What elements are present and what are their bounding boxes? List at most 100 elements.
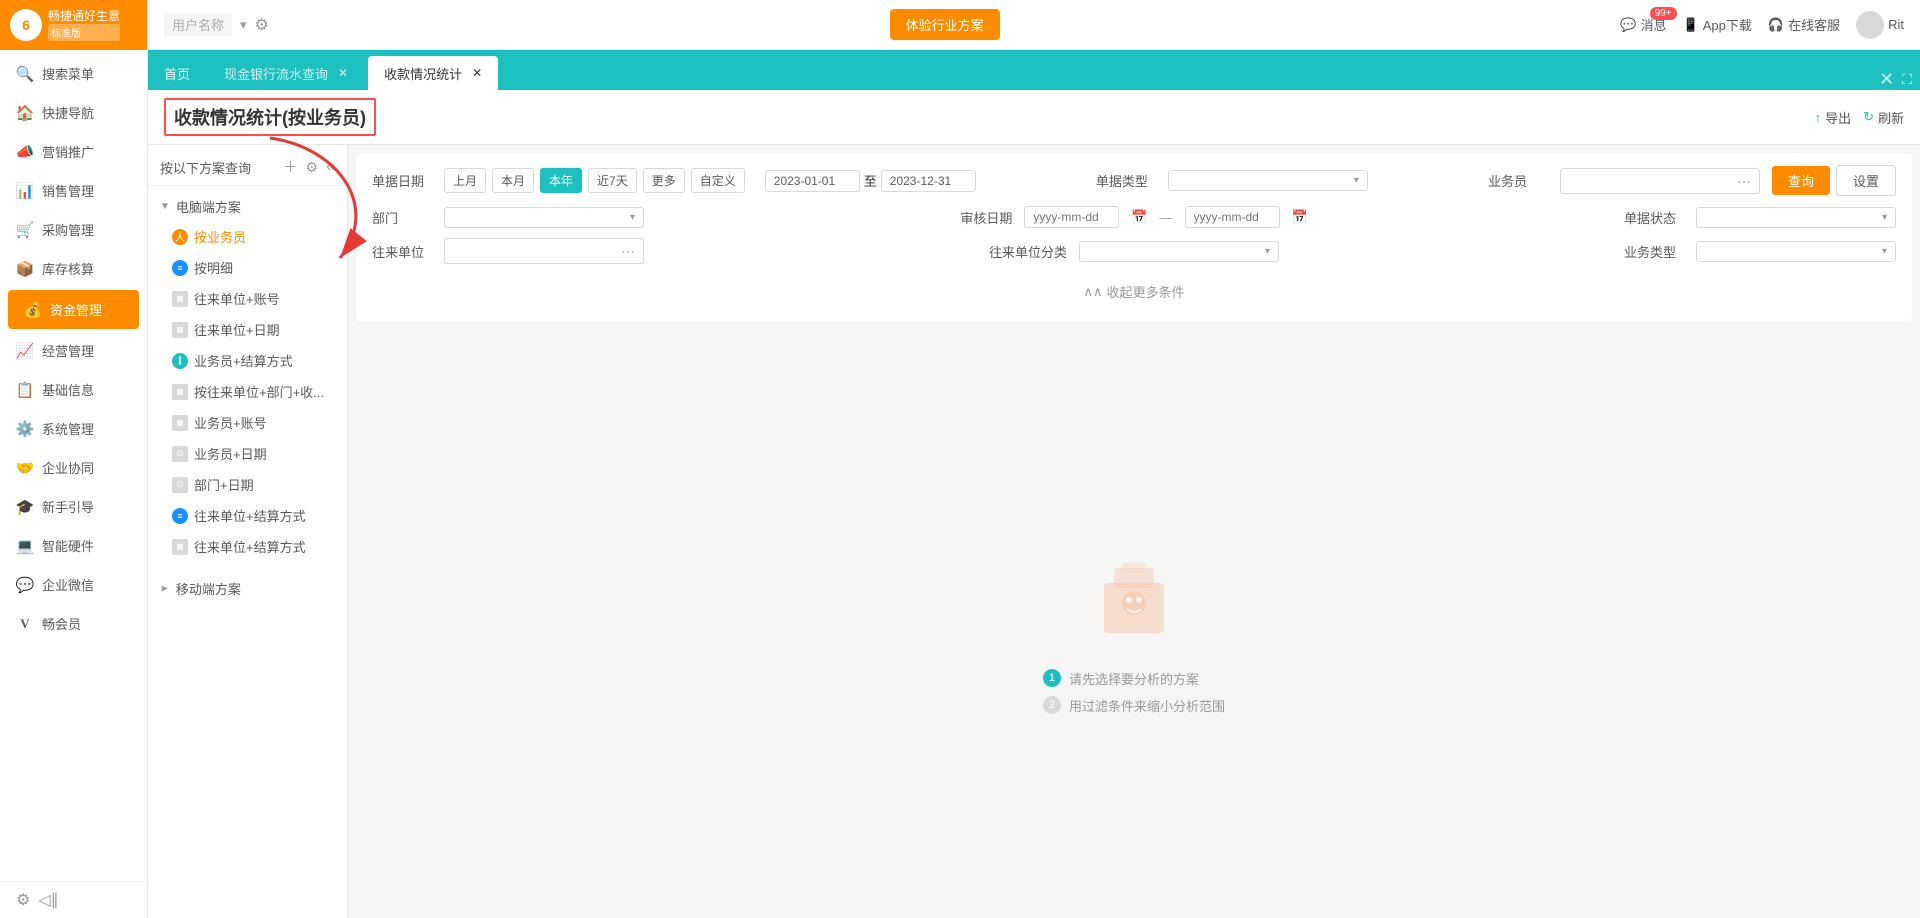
date-btn-this-year[interactable]: 本年: [540, 168, 582, 193]
collapse-icon: ∧∧: [1083, 284, 1102, 300]
tree-item-counterparty-settle1[interactable]: ≡ 往来单位+结算方式: [148, 500, 347, 531]
date-from-input[interactable]: [765, 170, 860, 192]
sidebar-item-basic[interactable]: 📋 基础信息: [0, 370, 147, 409]
message-button[interactable]: 💬 消息 99+: [1620, 15, 1666, 34]
sidebar: 6 畅捷通好生意 标准版 🔍 搜索菜单 🏠 快捷导航 📣 营销推广 📊 销售管理…: [0, 0, 148, 918]
sidebar-item-search[interactable]: 🔍 搜索菜单: [0, 54, 147, 93]
sidebar-item-inventory[interactable]: 📦 库存核算: [0, 249, 147, 288]
page-actions: ↑ 导出 ↻ 刷新: [1815, 108, 1904, 127]
counterparty-type-select[interactable]: ▾: [1079, 241, 1279, 262]
logo-area: 6 畅捷通好生意 标准版: [0, 0, 147, 50]
tab-bank[interactable]: 现金银行流水查询 ✕: [208, 56, 364, 90]
audit-to-input[interactable]: [1185, 206, 1280, 228]
tab-bank-close-icon[interactable]: ✕: [338, 66, 348, 80]
biz-type-label: 业务类型: [1624, 242, 1684, 261]
sidebar-item-system[interactable]: ⚙️ 系统管理: [0, 409, 147, 448]
sidebar-item-marketing[interactable]: 📣 营销推广: [0, 132, 147, 171]
empty-step-2: 2 用过滤条件来缩小分析范围: [1043, 696, 1225, 715]
tree-item-salesman-date[interactable]: ⊙ 业务员+日期: [148, 438, 347, 469]
date-btn-this-month[interactable]: 本月: [492, 168, 534, 193]
counterparty-more-icon[interactable]: ···: [621, 243, 635, 259]
tab-window-close-icon[interactable]: ✕: [1879, 69, 1894, 90]
tab-home[interactable]: 首页: [148, 56, 206, 90]
collapse-sidebar-icon[interactable]: ◁∥: [38, 890, 58, 910]
logo-text: 畅捷通好生意: [48, 9, 120, 25]
sidebar-item-finance[interactable]: 💰 资金管理: [8, 290, 139, 329]
tree-item-dept-date[interactable]: ⊙ 部门+日期: [148, 469, 347, 500]
calendar-icon-to[interactable]: 📅: [1292, 209, 1308, 225]
user-area[interactable]: Rit: [1856, 11, 1904, 39]
tree-item-by-detail[interactable]: ≡ 按明细: [148, 252, 347, 283]
export-button[interactable]: ↑ 导出: [1815, 108, 1852, 127]
date-to-input[interactable]: [881, 170, 976, 192]
panel-add-icon[interactable]: ＋: [284, 157, 298, 177]
panel-collapse-icon[interactable]: «: [326, 158, 335, 176]
tab-window-maximize-icon[interactable]: ⛶: [1902, 71, 1912, 88]
calendar-icon-from[interactable]: 📅: [1131, 209, 1147, 225]
query-button[interactable]: 查询: [1772, 166, 1830, 195]
doc-type-arrow: ▾: [1354, 175, 1359, 186]
biz-type-select[interactable]: ▾: [1696, 241, 1896, 262]
online-service-button[interactable]: 🎧 在线客服: [1768, 15, 1840, 34]
home-icon: 🏠: [16, 104, 34, 122]
panel-settings-icon[interactable]: ⚙: [306, 159, 319, 176]
setting-button[interactable]: 设置: [1836, 165, 1896, 196]
doc-type-select[interactable]: ▾: [1168, 170, 1368, 191]
tab-collection-close-icon[interactable]: ✕: [472, 66, 482, 80]
sidebar-item-purchase[interactable]: 🛒 采购管理: [0, 210, 147, 249]
tree-item-counterparty-account[interactable]: ▦ 往来单位+账号: [148, 283, 347, 314]
tree-item-salesman-account[interactable]: ▦ 业务员+账号: [148, 407, 347, 438]
app-download-button[interactable]: 📱 App下载: [1683, 15, 1752, 34]
left-panel-header: 按以下方案查询 ＋ ⚙ «: [148, 145, 347, 186]
wechat-icon: 💬: [16, 576, 34, 594]
sidebar-item-operations[interactable]: 📈 经营管理: [0, 331, 147, 370]
sidebar-item-hardware[interactable]: 💻 智能硬件: [0, 526, 147, 565]
sidebar-item-sales[interactable]: 📊 销售管理: [0, 171, 147, 210]
sidebar-item-wechat[interactable]: 💬 企业微信: [0, 565, 147, 604]
salesman-more-icon[interactable]: ···: [1737, 173, 1751, 189]
tab-collection[interactable]: 收款情况统计 ✕: [368, 56, 498, 90]
desktop-section-title[interactable]: ▼ 电脑端方案: [148, 192, 347, 221]
date-btn-last-month[interactable]: 上月: [444, 168, 486, 193]
tree-item-by-salesman[interactable]: 人 按业务员: [148, 221, 347, 252]
page-title: 收款情况统计(按业务员): [164, 98, 376, 136]
demo-button-area: 体验行业方案: [890, 9, 1000, 40]
workspace-dropdown-icon[interactable]: ▾: [240, 17, 247, 33]
tree-item-counterparty-date[interactable]: ▦ 往来单位+日期: [148, 314, 347, 345]
inventory-icon: 📦: [16, 260, 34, 278]
top-header-left: 用户名称 ▾ ⚙: [164, 13, 269, 36]
sidebar-item-corp[interactable]: 🤝 企业协同: [0, 448, 147, 487]
salesman-settlement-icon: ∥: [172, 353, 188, 369]
sidebar-item-member[interactable]: V 畅会员: [0, 604, 147, 643]
collapse-more-bar[interactable]: ∧∧ 收起更多条件: [372, 274, 1896, 309]
panel-title: 按以下方案查询: [160, 158, 251, 177]
tree-item-counterparty-dept[interactable]: ▦ 按往来单位+部门+收...: [148, 376, 347, 407]
counterparty-date-icon: ▦: [172, 322, 188, 338]
settings-bottom-icon[interactable]: ⚙: [16, 890, 30, 910]
counterparty-select[interactable]: ···: [444, 238, 644, 264]
sidebar-item-guide[interactable]: 🎓 新手引导: [0, 487, 147, 526]
audit-from-input[interactable]: [1024, 206, 1119, 228]
dept-select[interactable]: ▾: [444, 207, 644, 228]
date-btn-7days[interactable]: 近7天: [588, 168, 637, 193]
date-label: 单据日期: [372, 171, 432, 190]
operations-icon: 📈: [16, 342, 34, 360]
counterparty-type-label: 往来单位分类: [989, 242, 1067, 261]
settings-icon[interactable]: ⚙: [255, 15, 269, 35]
main-area: 用户名称 ▾ ⚙ 体验行业方案 💬 消息 99+ 📱 App下载 🎧 在线客服: [148, 0, 1920, 918]
mobile-section: ▼ 移动端方案: [148, 568, 347, 609]
desktop-section-arrow: ▼: [160, 201, 170, 212]
tree-item-counterparty-settle2[interactable]: ▦ 往来单位+结算方式: [148, 531, 347, 562]
refresh-icon: ↻: [1863, 109, 1874, 125]
tree-item-salesman-settlement[interactable]: ∥ 业务员+结算方式: [148, 345, 347, 376]
salesman-select[interactable]: ···: [1560, 168, 1760, 194]
detail-icon: ≡: [172, 260, 188, 276]
date-btn-more[interactable]: 更多: [643, 168, 685, 193]
step-num-1: 1: [1043, 669, 1061, 687]
date-btn-custom[interactable]: 自定义: [691, 168, 745, 193]
sidebar-item-quicknav[interactable]: 🏠 快捷导航: [0, 93, 147, 132]
refresh-button[interactable]: ↻ 刷新: [1863, 108, 1904, 127]
mobile-section-title[interactable]: ▼ 移动端方案: [148, 574, 347, 603]
doc-status-select[interactable]: ▾: [1696, 207, 1896, 228]
demo-button[interactable]: 体验行业方案: [890, 9, 1000, 40]
